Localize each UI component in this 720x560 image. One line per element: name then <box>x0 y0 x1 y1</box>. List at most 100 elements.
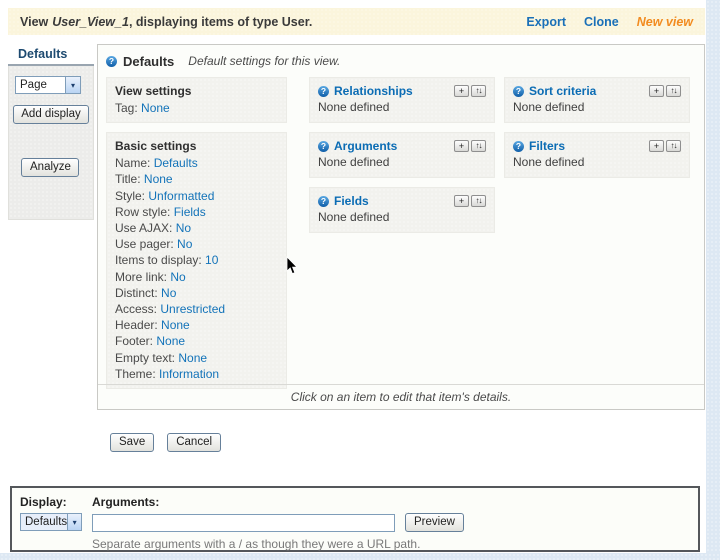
help-icon[interactable]: ? <box>318 85 330 97</box>
cancel-button[interactable]: Cancel <box>167 433 222 452</box>
setting-row: More link: No <box>115 269 278 285</box>
view-settings-title: View settings <box>115 84 192 98</box>
display-label: Display: <box>20 495 67 509</box>
setting-value-link[interactable]: No <box>177 237 192 251</box>
add-icon[interactable]: + <box>454 195 469 207</box>
arguments-title-link[interactable]: Arguments <box>334 138 397 154</box>
preview-display-select[interactable]: Defaults ▾ <box>20 513 82 531</box>
display-sidebar: Defaults Page ▾ Add display Analyze <box>8 44 94 220</box>
setting-value-link[interactable]: No <box>176 221 191 235</box>
basic-settings-title: Basic settings <box>115 139 197 154</box>
setting-label: Distinct: <box>115 285 158 300</box>
tab-defaults-label: Defaults <box>18 47 68 61</box>
setting-row: Title: None <box>115 171 278 187</box>
clone-link[interactable]: Clone <box>584 15 619 29</box>
page-background-strip <box>706 0 720 560</box>
setting-value-link[interactable]: Fields <box>174 205 206 219</box>
setting-value-link[interactable]: No <box>170 270 185 284</box>
rearrange-icon[interactable]: ↑↓ <box>471 195 486 207</box>
filters-title-link[interactable]: Filters <box>529 138 565 154</box>
sidebar-body: Page ▾ Add display Analyze <box>8 66 94 220</box>
setting-row: Style: Unformatted <box>115 188 278 204</box>
setting-value-link[interactable]: Defaults <box>154 156 198 170</box>
setting-value-link[interactable]: Unrestricted <box>160 302 225 316</box>
setting-label: Use AJAX: <box>115 221 173 236</box>
setting-value-link[interactable]: None <box>178 351 207 365</box>
new-view-link[interactable]: New view <box>637 15 693 29</box>
panel-heading-description: Default settings for this view. <box>188 54 341 68</box>
setting-label: Empty text: <box>115 350 176 365</box>
view-settings-box: View settings Tag: None <box>106 77 288 124</box>
view-edit-panel: ? Defaults Default settings for this vie… <box>97 44 705 410</box>
rearrange-icon[interactable]: ↑↓ <box>665 85 681 97</box>
export-link[interactable]: Export <box>526 15 566 29</box>
arguments-input[interactable] <box>92 513 395 532</box>
filters-empty-text: None defined <box>513 155 585 169</box>
add-icon[interactable]: + <box>648 140 664 152</box>
setting-value-link[interactable]: 10 <box>205 253 218 267</box>
fields-title-link[interactable]: Fields <box>334 193 369 209</box>
setting-label: Name: <box>115 156 151 171</box>
fields-box: ? Fields + ↑↓ None defined <box>309 187 495 233</box>
form-actions: Save Cancel <box>110 433 222 452</box>
setting-row: Footer: None <box>115 333 278 349</box>
setting-label: Title: <box>115 172 141 187</box>
setting-value-link[interactable]: None <box>141 101 170 115</box>
setting-value-link[interactable]: None <box>144 172 173 186</box>
add-icon[interactable]: + <box>454 140 469 152</box>
setting-value-link[interactable]: None <box>156 334 185 348</box>
page-background-strip <box>0 553 720 560</box>
tab-defaults[interactable]: Defaults <box>8 44 94 66</box>
save-button[interactable]: Save <box>110 433 155 452</box>
arguments-empty-text: None defined <box>318 155 390 169</box>
relationships-box: ? Relationships + ↑↓ None defined <box>309 77 495 123</box>
add-icon[interactable]: + <box>648 85 664 97</box>
arguments-box: ? Arguments + ↑↓ None defined <box>309 132 495 178</box>
rearrange-icon[interactable]: ↑↓ <box>471 140 486 152</box>
view-title-prefix: View <box>20 14 49 29</box>
setting-label: Style: <box>115 188 146 203</box>
help-icon[interactable]: ? <box>318 195 330 207</box>
setting-label: Access: <box>115 302 158 317</box>
sort-criteria-title-link[interactable]: Sort criteria <box>529 83 596 99</box>
setting-row: Use AJAX: No <box>115 220 278 236</box>
basic-settings-box: Basic settings Name: Defaults Title: Non… <box>106 132 288 390</box>
setting-value-link[interactable]: Information <box>159 367 219 381</box>
help-icon[interactable]: ? <box>106 55 117 67</box>
display-type-value: Page <box>20 79 47 91</box>
chevron-down-icon: ▾ <box>65 77 80 93</box>
add-icon[interactable]: + <box>454 85 469 97</box>
help-icon[interactable]: ? <box>513 140 524 152</box>
setting-row: Header: None <box>115 317 278 333</box>
filters-box: ? Filters + ↑↓ None defined <box>504 132 690 178</box>
chevron-down-icon: ▾ <box>67 514 81 530</box>
view-title-bar: View User_View_1, displaying items of ty… <box>8 8 705 35</box>
setting-row: Tag: None <box>115 100 278 116</box>
add-display-button[interactable]: Add display <box>13 105 89 124</box>
relationships-title-link[interactable]: Relationships <box>334 83 413 99</box>
setting-value-link[interactable]: None <box>161 318 190 332</box>
setting-row: Theme: Information <box>115 366 278 382</box>
setting-label: Footer: <box>115 334 154 349</box>
setting-row: Empty text: None <box>115 350 278 366</box>
setting-label: More link: <box>115 269 168 284</box>
arguments-help-text: Separate arguments with a / as though th… <box>92 537 421 551</box>
setting-label: Tag: <box>115 101 138 115</box>
setting-label: Header: <box>115 318 158 333</box>
help-icon[interactable]: ? <box>318 140 330 152</box>
view-title-suffix: , displaying items of type User. <box>128 14 313 29</box>
setting-value-link[interactable]: Unformatted <box>148 189 214 203</box>
rearrange-icon[interactable]: ↑↓ <box>665 140 681 152</box>
setting-label: Use pager: <box>115 237 174 252</box>
rearrange-icon[interactable]: ↑↓ <box>471 85 486 97</box>
setting-value-link[interactable]: No <box>161 286 176 300</box>
analyze-button[interactable]: Analyze <box>21 158 79 177</box>
panel-heading: Defaults <box>123 53 175 69</box>
setting-row: Distinct: No <box>115 285 278 301</box>
setting-label: Theme: <box>115 366 156 381</box>
live-preview-panel: Display: Defaults ▾ Arguments: Preview S… <box>10 486 700 552</box>
help-icon[interactable]: ? <box>513 85 524 97</box>
edit-hint: Click on an item to edit that item's det… <box>98 384 704 409</box>
preview-button[interactable]: Preview <box>405 513 464 532</box>
display-type-select[interactable]: Page ▾ <box>15 76 81 94</box>
